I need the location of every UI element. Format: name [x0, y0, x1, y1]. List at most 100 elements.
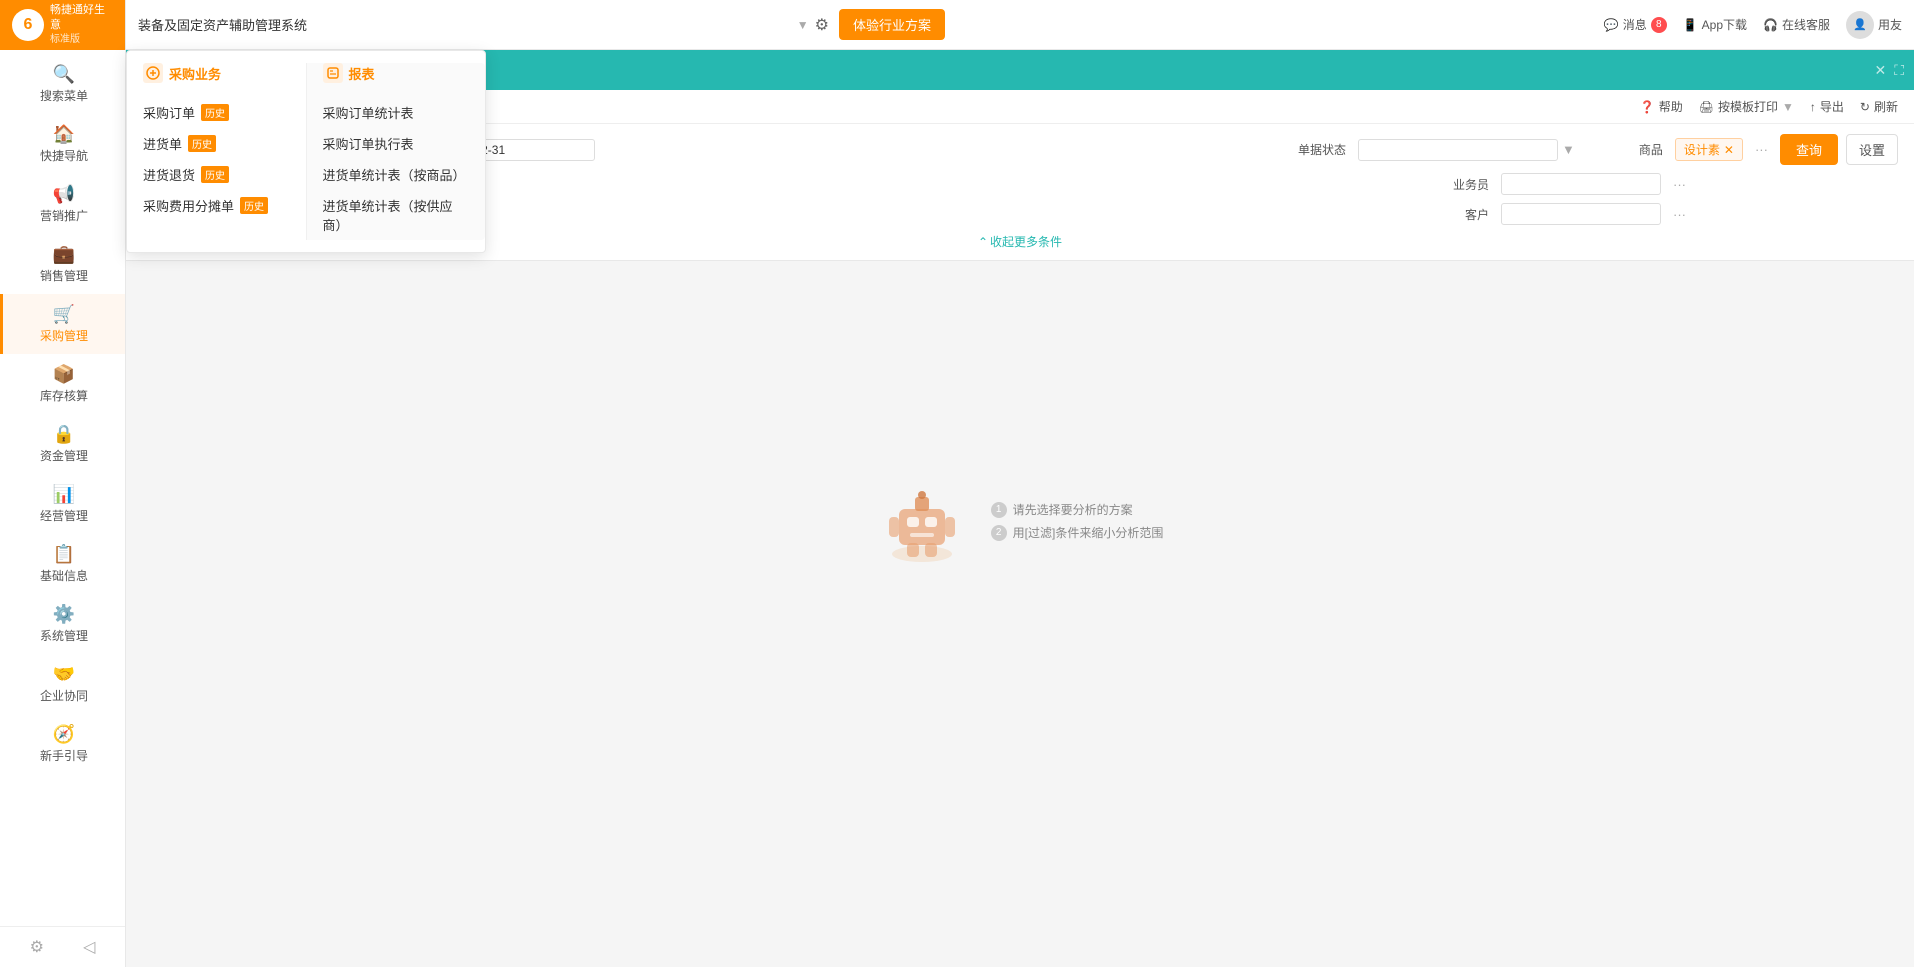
purchase-title-icon [143, 63, 163, 83]
home-icon: 🏠 [53, 124, 75, 145]
dropdown-item-report-4[interactable]: 进货单统计表（按供应商） [323, 190, 470, 240]
topbar-right: 💬 消息 8 📱 App下载 🎧 在线客服 👤 用友 [1604, 11, 1902, 39]
chart-icon: 📊 [53, 484, 75, 505]
logo-text: 畅捷通好生意 标准版 [50, 3, 113, 48]
notification-icon: 💬 [1604, 18, 1619, 32]
export-icon: ↑ [1810, 100, 1816, 114]
tab-controls: ✕ ⛶ [1874, 62, 1914, 79]
print-icon: 🖨 [1699, 100, 1714, 114]
salesman-label: 业务员 [1453, 176, 1489, 193]
collapse-button[interactable]: ⌃ 收起更多条件 [978, 233, 1062, 250]
cart-icon: 🛒 [53, 304, 75, 325]
status-dropdown-icon[interactable]: ▼ [1562, 142, 1575, 157]
report-title-icon [323, 63, 343, 83]
refresh-icon: ↻ [1860, 100, 1870, 114]
dropdown-report-title: 报表 [323, 63, 470, 87]
sidebar-item-marketing[interactable]: 📢 营销推广 [0, 174, 125, 234]
customer-label: 客户 [1465, 206, 1489, 223]
export-button[interactable]: ↑ 导出 [1810, 98, 1844, 115]
topbar: 装备及固定资产辅助管理系统 ▼ ⚙ 体验行业方案 💬 消息 8 📱 App下载 … [126, 0, 1914, 50]
dropdown-item-report-1[interactable]: 采购订单统计表 [323, 97, 470, 128]
sidebar-item-system[interactable]: ⚙️ 系统管理 [0, 594, 125, 654]
sidebar-item-guide[interactable]: 🧭 新手引导 [0, 714, 125, 774]
topbar-settings-icon[interactable]: ⚙ [815, 15, 829, 35]
empty-tip-2: 2 用[过滤]条件来缩小分析范围 [991, 524, 1164, 541]
phone-icon: 📱 [1683, 18, 1698, 32]
tab-close-all-icon[interactable]: ✕ [1874, 62, 1886, 79]
industry-plan-button[interactable]: 体验行业方案 [839, 9, 945, 40]
query-button[interactable]: 查询 [1780, 134, 1838, 165]
lock-icon: 🔒 [53, 424, 75, 445]
megaphone-icon: 📢 [53, 184, 75, 205]
avatar: 👤 [1846, 11, 1874, 39]
dropdown-report-col: 报表 采购订单统计表 采购订单执行表 进货单统计表（按商品） 进货单统计表（按供… [307, 63, 486, 240]
hist-badge-1: 历史 [188, 135, 216, 152]
goods-more-dots[interactable]: ··· [1755, 142, 1768, 157]
dropdown-menu: 采购业务 采购订单 历史 进货单 历史 进货退货 历史 采购费用分摊单 历史 [126, 50, 486, 253]
sidebar-item-sales[interactable]: 💼 销售管理 [0, 234, 125, 294]
dropdown-overlay: 采购业务 采购订单 历史 进货单 历史 进货退货 历史 采购费用分摊单 历史 [126, 50, 486, 253]
sidebar-collapse-button[interactable]: ◁ [83, 937, 95, 957]
dropdown-item-expense[interactable]: 采购费用分摊单 历史 [143, 190, 290, 221]
setting-button[interactable]: 设置 [1846, 134, 1898, 165]
customer-input[interactable] [1501, 203, 1661, 225]
logo-icon: 6 [12, 9, 44, 41]
sidebar-footer: ⚙ ◁ [0, 926, 125, 967]
status-label: 单据状态 [1298, 141, 1346, 158]
empty-tips: 1 请先选择要分析的方案 2 用[过滤]条件来缩小分析范围 [991, 501, 1164, 547]
customer-more-dots[interactable]: ··· [1673, 207, 1686, 222]
dropdown-item-report-2[interactable]: 采购订单执行表 [323, 128, 470, 159]
app-download-item[interactable]: 📱 App下载 [1683, 16, 1747, 33]
goods-tag-close[interactable]: ✕ [1724, 143, 1734, 157]
notification-item[interactable]: 💬 消息 8 [1604, 16, 1667, 33]
sidebar-item-basic[interactable]: 📋 基础信息 [0, 534, 125, 594]
empty-state: 1 请先选择要分析的方案 2 用[过滤]条件来缩小分析范围 [126, 261, 1914, 787]
dropdown-item-report-3[interactable]: 进货单统计表（按商品） [323, 159, 470, 190]
dropdown-purchase-col: 采购业务 采购订单 历史 进货单 历史 进货退货 历史 采购费用分摊单 历史 [127, 63, 306, 240]
sidebar-item-finance[interactable]: 🔒 资金管理 [0, 414, 125, 474]
sidebar-item-search[interactable]: 🔍 搜索菜单 [0, 54, 125, 114]
empty-tip-1: 1 请先选择要分析的方案 [991, 501, 1164, 518]
compass-icon: 🧭 [53, 724, 75, 745]
goods-label: 商品 [1639, 141, 1663, 158]
clipboard-icon: 📋 [53, 544, 75, 565]
handshake-icon: 🤝 [53, 664, 75, 685]
filter-actions: 查询 设置 [1780, 134, 1898, 165]
print-dropdown-icon[interactable]: ▼ [1782, 100, 1794, 114]
sidebar-item-operation[interactable]: 📊 经营管理 [0, 474, 125, 534]
title-dropdown-arrow[interactable]: ▼ [797, 18, 809, 32]
hist-badge-2: 历史 [201, 166, 229, 183]
dropdown-purchase-title: 采购业务 [143, 63, 290, 87]
print-button[interactable]: 🖨 按模板打印 ▼ [1699, 98, 1794, 115]
gear-icon: ⚙️ [53, 604, 75, 625]
sidebar-item-quick[interactable]: 🏠 快捷导航 [0, 114, 125, 174]
sidebar-logo: 6 畅捷通好生意 标准版 [0, 0, 125, 50]
help-icon: ❓ [1640, 100, 1655, 114]
dropdown-item-return[interactable]: 进货退货 历史 [143, 159, 290, 190]
dropdown-item-purchase-order[interactable]: 采购订单 历史 [143, 97, 290, 128]
status-input[interactable] [1358, 139, 1558, 161]
salesman-more-dots[interactable]: ··· [1673, 177, 1686, 192]
sidebar-nav: 🔍 搜索菜单 🏠 快捷导航 📢 营销推广 💼 销售管理 🛒 采购管理 📦 库存核… [0, 50, 125, 926]
system-title: 装备及固定资产辅助管理系统 [138, 15, 797, 34]
empty-illustration [877, 479, 967, 569]
salesman-input[interactable] [1501, 173, 1661, 195]
sidebar-item-enterprise[interactable]: 🤝 企业协同 [0, 654, 125, 714]
sidebar: 6 畅捷通好生意 标准版 🔍 搜索菜单 🏠 快捷导航 📢 营销推广 💼 销售管理… [0, 0, 126, 967]
collapse-up-icon: ⌃ [978, 235, 988, 249]
dropdown-item-incoming[interactable]: 进货单 历史 [143, 128, 290, 159]
tab-maximize-icon[interactable]: ⛶ [1894, 62, 1904, 79]
online-service-item[interactable]: 🎧 在线客服 [1763, 16, 1830, 33]
sidebar-settings-button[interactable]: ⚙ [30, 937, 44, 957]
user-item[interactable]: 👤 用友 [1846, 11, 1902, 39]
sidebar-item-inventory[interactable]: 📦 库存核算 [0, 354, 125, 414]
notification-badge: 8 [1651, 17, 1667, 33]
help-button[interactable]: ❓ 帮助 [1640, 98, 1683, 115]
sidebar-item-purchase[interactable]: 🛒 采购管理 [0, 294, 125, 354]
hist-badge-0: 历史 [201, 104, 229, 121]
refresh-button[interactable]: ↻ 刷新 [1860, 98, 1898, 115]
search-icon: 🔍 [53, 64, 75, 85]
goods-tag[interactable]: 设计素 ✕ [1675, 138, 1743, 161]
briefcase-icon: 💼 [53, 244, 75, 265]
box-icon: 📦 [53, 364, 75, 385]
